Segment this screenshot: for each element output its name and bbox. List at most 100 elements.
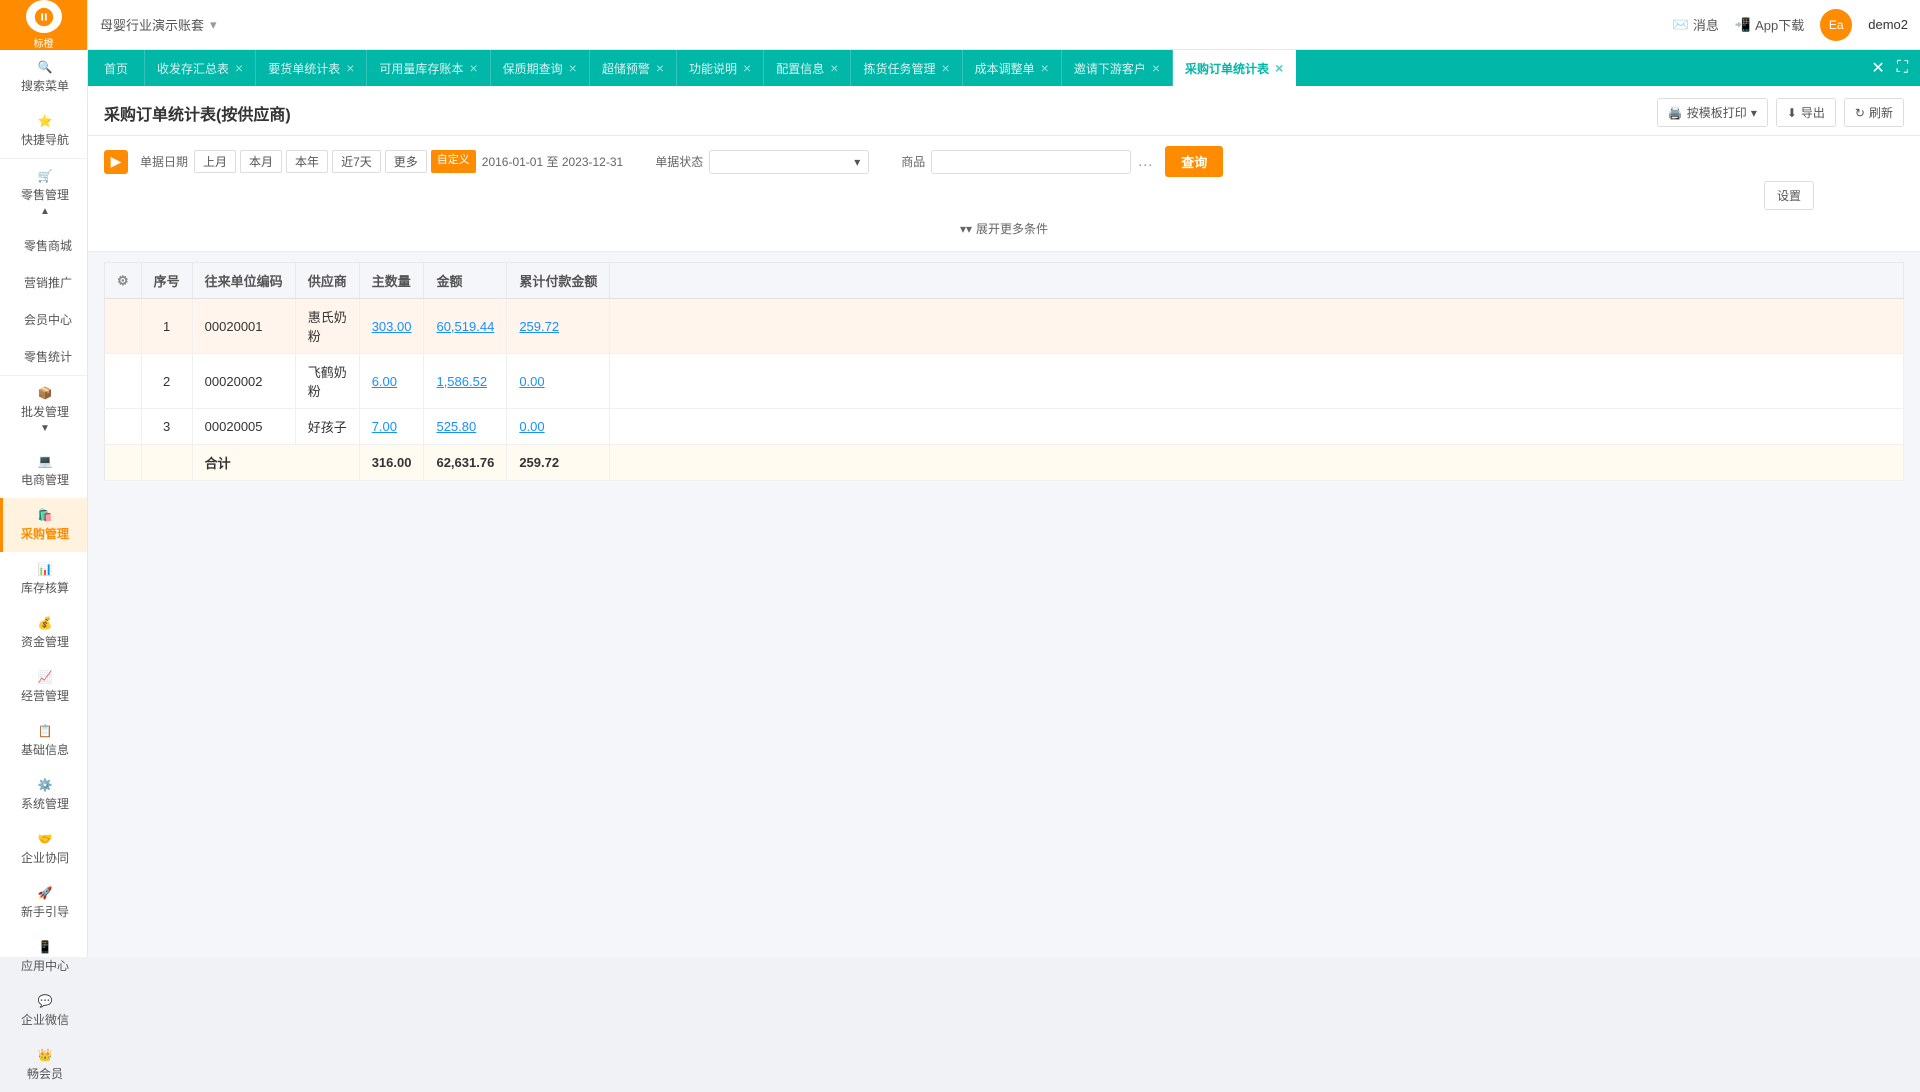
basic-info-icon: 📋 bbox=[38, 724, 53, 738]
print-button[interactable]: 🖨️ 按模板打印 ▾ bbox=[1657, 98, 1768, 127]
sidebar-item-purchase[interactable]: 🛍️ 采购管理 bbox=[0, 498, 87, 552]
toggle-icon: ▶ bbox=[111, 153, 122, 170]
sidebar-item-inventory[interactable]: 📊 库存核算 bbox=[0, 552, 87, 606]
status-select-value bbox=[718, 155, 721, 169]
status-filter-label: 单据状态 bbox=[655, 153, 703, 170]
tab-cost-adjust-close[interactable]: × bbox=[1041, 61, 1049, 75]
query-button[interactable]: 查询 bbox=[1165, 146, 1223, 177]
date-btn-7days[interactable]: 近7天 bbox=[332, 150, 381, 173]
cell-supplier-code-1: 00020001 bbox=[192, 299, 295, 354]
sidebar-item-vip[interactable]: 👑 畅会员 bbox=[0, 1038, 87, 1092]
date-btn-this-year[interactable]: 本年 bbox=[286, 150, 328, 173]
sidebar-item-quick-nav[interactable]: ⭐ 快捷导航 bbox=[0, 104, 87, 158]
filter-toggle-button[interactable]: ▶ bbox=[104, 150, 128, 174]
table-header: ⚙ 序号 往来单位编码 供应商 主数量 金额 累计付款金额 bbox=[105, 263, 1904, 299]
status-select[interactable]: ▾ bbox=[709, 150, 869, 174]
tab-quality-check-close[interactable]: × bbox=[569, 61, 577, 75]
tab-overstock-warning[interactable]: 超储预警 × bbox=[590, 50, 677, 86]
tab-pick-task-close[interactable]: × bbox=[941, 61, 949, 75]
sidebar-item-system[interactable]: ⚙️ 系统管理 bbox=[0, 768, 87, 822]
tab-overstock-warning-close[interactable]: × bbox=[656, 61, 664, 75]
username-display[interactable]: demo2 bbox=[1868, 17, 1908, 32]
tab-function-desc[interactable]: 功能说明 × bbox=[677, 50, 764, 86]
tab-order-summary-close[interactable]: × bbox=[346, 61, 354, 75]
sidebar-item-retail[interactable]: 🛒 零售管理 ▲ bbox=[0, 159, 87, 227]
goods-more-icon[interactable]: … bbox=[1137, 153, 1153, 171]
tab-invite-downstream-close[interactable]: × bbox=[1152, 61, 1160, 75]
sidebar-item-app-center[interactable]: 📱 应用中心 bbox=[0, 930, 87, 984]
date-range-display: 2016-01-01 至 2023-12-31 bbox=[482, 153, 623, 170]
tab-function-desc-close[interactable]: × bbox=[743, 61, 751, 75]
tab-config-info-close[interactable]: × bbox=[830, 61, 838, 75]
sidebar-item-retail-mall-label: 零售商城 bbox=[24, 237, 72, 254]
expand-down-icon: ▾▾ bbox=[960, 222, 972, 236]
tab-config-info[interactable]: 配置信息 × bbox=[764, 50, 851, 86]
breadcrumb-dropdown-icon[interactable]: ▾ bbox=[210, 17, 217, 33]
logo-text: 标橙 bbox=[34, 35, 54, 50]
cell-settings-3 bbox=[105, 409, 142, 445]
tab-cost-adjust[interactable]: 成本调整单 × bbox=[963, 50, 1062, 86]
cell-supplier-code-3: 00020005 bbox=[192, 409, 295, 445]
tab-receive-summary-close[interactable]: × bbox=[235, 61, 243, 75]
sidebar-item-finance-label: 资金管理 bbox=[21, 633, 69, 650]
sidebar-item-ecommerce[interactable]: 💻 电商管理 bbox=[0, 444, 87, 498]
export-button[interactable]: ⬇ 导出 bbox=[1776, 98, 1836, 127]
tab-available-stock-close[interactable]: × bbox=[469, 61, 477, 75]
sidebar-item-wholesale[interactable]: 📦 批发管理 ▼ bbox=[0, 376, 87, 444]
table-row: 2 00020002 飞鹤奶粉 6.00 1,586.52 0.00 bbox=[105, 354, 1904, 409]
tab-receive-summary-label: 收发存汇总表 bbox=[157, 60, 229, 77]
tab-available-stock[interactable]: 可用量库存账本 × bbox=[367, 50, 490, 86]
app-icon: 📲 bbox=[1735, 17, 1751, 33]
date-btn-last-month[interactable]: 上月 bbox=[194, 150, 236, 173]
wechat-icon: 💬 bbox=[38, 994, 53, 1008]
setting-button[interactable]: 设置 bbox=[1764, 181, 1814, 210]
print-icon: 🖨️ bbox=[1668, 106, 1683, 120]
expand-more-button[interactable]: ▾▾ 展开更多条件 bbox=[944, 216, 1064, 241]
sidebar-item-wechat[interactable]: 💬 企业微信 bbox=[0, 984, 87, 1038]
sidebar-item-quick-nav-label: 快捷导航 bbox=[21, 131, 69, 148]
sidebar-item-basic-info[interactable]: 📋 基础信息 bbox=[0, 714, 87, 768]
sidebar-item-member-label: 会员中心 bbox=[24, 311, 72, 328]
cell-supplier-code-2: 00020002 bbox=[192, 354, 295, 409]
date-custom-badge[interactable]: 自定义 bbox=[431, 150, 476, 173]
tab-receive-summary[interactable]: 收发存汇总表 × bbox=[145, 50, 256, 86]
wholesale-icon: 📦 bbox=[38, 386, 53, 400]
sidebar-item-operations[interactable]: 📈 经营管理 bbox=[0, 660, 87, 714]
sidebar-item-finance[interactable]: 💰 资金管理 bbox=[0, 606, 87, 660]
tab-purchase-summary-close[interactable]: × bbox=[1275, 61, 1283, 75]
column-settings-icon[interactable]: ⚙ bbox=[117, 273, 129, 288]
sidebar-item-newbie[interactable]: 🚀 新手引导 bbox=[0, 876, 87, 930]
message-button[interactable]: ✉️ 消息 bbox=[1673, 15, 1719, 34]
tab-close-all-button[interactable]: ✕ bbox=[1867, 54, 1888, 82]
sidebar-item-retail-mall[interactable]: 零售商城 bbox=[0, 227, 87, 264]
sidebar-item-purchase-label: 采购管理 bbox=[21, 525, 69, 542]
tab-home[interactable]: 首页 bbox=[88, 50, 145, 86]
goods-input[interactable] bbox=[931, 150, 1131, 174]
cell-amount-2: 1,586.52 bbox=[424, 354, 507, 409]
tab-order-summary[interactable]: 要货单统计表 × bbox=[256, 50, 367, 86]
app-download-button[interactable]: 📲 App下载 bbox=[1735, 15, 1804, 34]
sidebar-item-search[interactable]: 🔍 搜索菜单 bbox=[0, 50, 87, 104]
date-btn-this-month[interactable]: 本月 bbox=[240, 150, 282, 173]
inventory-icon: 📊 bbox=[38, 562, 53, 576]
sidebar-item-enterprise[interactable]: 🤝 企业协同 bbox=[0, 822, 87, 876]
page-header: 采购订单统计表(按供应商) 🖨️ 按模板打印 ▾ ⬇ 导出 ↻ 刷新 bbox=[88, 86, 1920, 136]
sidebar-item-marketing[interactable]: 营销推广 bbox=[0, 264, 87, 301]
tab-expand-button[interactable]: ⛶ bbox=[1893, 55, 1912, 81]
tab-purchase-summary[interactable]: 采购订单统计表 × bbox=[1173, 50, 1296, 86]
main-area: 母婴行业演示账套 ▾ ✉️ 消息 📲 App下载 Ea demo2 首页 收发存… bbox=[88, 0, 1920, 957]
th-supplier-code: 往来单位编码 bbox=[192, 263, 295, 299]
tab-pick-task[interactable]: 拣货任务管理 × bbox=[851, 50, 962, 86]
cell-main-qty-2: 6.00 bbox=[359, 354, 424, 409]
tab-quality-check[interactable]: 保质期查询 × bbox=[491, 50, 590, 86]
sidebar-item-retail-stats-label: 零售统计 bbox=[24, 348, 72, 365]
tab-invite-downstream[interactable]: 邀请下游客户 × bbox=[1062, 50, 1173, 86]
tab-actions: ✕ ⛶ bbox=[1859, 50, 1920, 86]
expand-label: 展开更多条件 bbox=[976, 220, 1048, 237]
sidebar-item-retail-stats[interactable]: 零售统计 bbox=[0, 338, 87, 375]
sidebar-retail-section: 🛒 零售管理 ▲ 零售商城 营销推广 会员中心 零售统计 bbox=[0, 159, 87, 376]
th-settings: ⚙ bbox=[105, 263, 142, 299]
sidebar-item-member[interactable]: 会员中心 bbox=[0, 301, 87, 338]
date-btn-more[interactable]: 更多 bbox=[385, 150, 427, 173]
refresh-button[interactable]: ↻ 刷新 bbox=[1844, 98, 1904, 127]
